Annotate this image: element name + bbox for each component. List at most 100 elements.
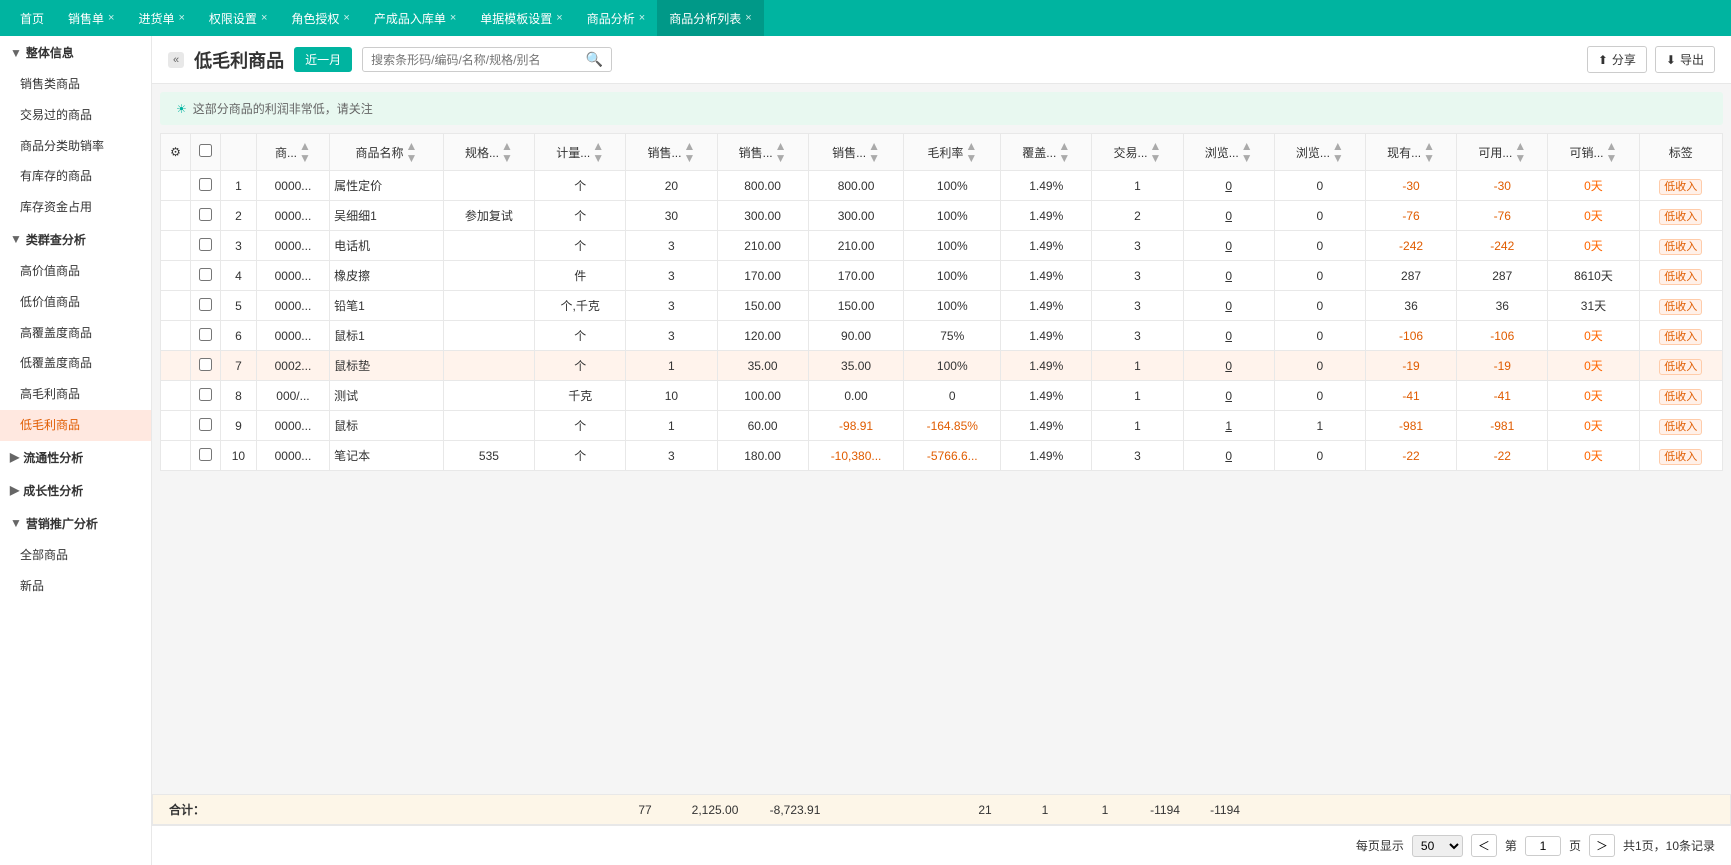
nav-item-sales[interactable]: 销售单 × (56, 0, 126, 36)
sidebar-item-traded-products[interactable]: 交易过的商品 (0, 100, 151, 131)
th-setting[interactable]: ⚙ (161, 134, 191, 171)
cell-name[interactable]: 铅笔1 (330, 291, 444, 321)
th-transaction[interactable]: 交易...▲▼ (1092, 134, 1183, 171)
nav-item-template[interactable]: 单据模板设置 × (468, 0, 574, 36)
sidebar-item-sales-products[interactable]: 销售类商品 (0, 69, 151, 100)
sidebar-item-high-coverage[interactable]: 高覆盖度商品 (0, 318, 151, 349)
th-unit[interactable]: 计量...▲▼ (535, 134, 626, 171)
th-name[interactable]: 商品名称▲▼ (330, 134, 444, 171)
sidebar-item-stock-funds[interactable]: 库存资金占用 (0, 192, 151, 223)
th-tag[interactable]: 标签 (1639, 134, 1722, 171)
row-checkbox-8[interactable] (199, 418, 212, 431)
cell-view1[interactable]: 1 (1183, 411, 1274, 441)
row-checkbox-9[interactable] (199, 448, 212, 461)
sidebar-group-flow[interactable]: ▶ 流通性分析 (0, 441, 151, 474)
cell-checkbox[interactable] (191, 231, 221, 261)
cell-name[interactable]: 橡皮擦 (330, 261, 444, 291)
cell-checkbox[interactable] (191, 441, 221, 471)
th-available[interactable]: 可用...▲▼ (1457, 134, 1548, 171)
row-checkbox-7[interactable] (199, 388, 212, 401)
nav-close-product-analysis[interactable]: × (639, 12, 645, 24)
th-sales-profit[interactable]: 销售...▲▼ (808, 134, 904, 171)
cell-view1[interactable]: 0 (1183, 201, 1274, 231)
cell-view1[interactable]: 0 (1183, 291, 1274, 321)
page-number-input[interactable] (1525, 836, 1561, 856)
cell-checkbox[interactable] (191, 291, 221, 321)
cell-name[interactable]: 电话机 (330, 231, 444, 261)
cell-view1[interactable]: 0 (1183, 171, 1274, 201)
sidebar-item-high-value[interactable]: 高价值商品 (0, 256, 151, 287)
share-button[interactable]: ⬆ 分享 (1587, 46, 1647, 73)
cell-checkbox[interactable] (191, 321, 221, 351)
cell-name[interactable]: 鼠标 (330, 411, 444, 441)
cell-view1[interactable]: 0 (1183, 441, 1274, 471)
nav-close-purchase[interactable]: × (178, 12, 184, 24)
cell-view1[interactable]: 0 (1183, 381, 1274, 411)
th-code[interactable]: 商...▲▼ (256, 134, 329, 171)
sidebar-group-cluster[interactable]: ▼ 类群查分析 (0, 223, 151, 256)
sidebar-item-low-value[interactable]: 低价值商品 (0, 287, 151, 318)
page-size-select[interactable]: 50 100 200 (1412, 835, 1463, 857)
sidebar-item-category-rate[interactable]: 商品分类助销率 (0, 131, 151, 162)
cell-view1[interactable]: 0 (1183, 261, 1274, 291)
cell-name[interactable]: 测试 (330, 381, 444, 411)
cell-checkbox[interactable] (191, 261, 221, 291)
search-input[interactable] (371, 53, 586, 67)
nav-item-roles[interactable]: 角色授权 × (279, 0, 361, 36)
collapse-sidebar-button[interactable]: « (168, 52, 184, 68)
th-sales-amount[interactable]: 销售...▲▼ (717, 134, 808, 171)
nav-close-sales[interactable]: × (108, 12, 114, 24)
th-current-stock[interactable]: 现有...▲▼ (1365, 134, 1456, 171)
nav-close-product-in[interactable]: × (450, 12, 456, 24)
th-gross-margin[interactable]: 毛利率▲▼ (904, 134, 1001, 171)
cell-checkbox[interactable] (191, 201, 221, 231)
th-sellable[interactable]: 可销...▲▼ (1548, 134, 1639, 171)
th-coverage[interactable]: 覆盖...▲▼ (1001, 134, 1092, 171)
sidebar-item-in-stock[interactable]: 有库存的商品 (0, 161, 151, 192)
nav-item-product-analysis[interactable]: 商品分析 × (575, 0, 657, 36)
nav-item-product-in[interactable]: 产成品入库单 × (362, 0, 468, 36)
row-checkbox-2[interactable] (199, 238, 212, 251)
sidebar-item-low-coverage[interactable]: 低覆盖度商品 (0, 348, 151, 379)
prev-page-button[interactable]: ＜ (1471, 834, 1497, 857)
nav-close-analysis-list[interactable]: × (745, 12, 751, 24)
th-view2[interactable]: 浏览...▲▼ (1274, 134, 1365, 171)
cell-checkbox[interactable] (191, 351, 221, 381)
sidebar-group-marketing[interactable]: ▼ 营销推广分析 (0, 507, 151, 540)
nav-item-purchase[interactable]: 进货单 × (126, 0, 196, 36)
nav-close-template[interactable]: × (556, 12, 562, 24)
nav-close-roles[interactable]: × (343, 12, 349, 24)
sidebar-item-all-products[interactable]: 全部商品 (0, 540, 151, 571)
cell-view1[interactable]: 0 (1183, 231, 1274, 261)
nav-close-permissions[interactable]: × (261, 12, 267, 24)
row-checkbox-3[interactable] (199, 268, 212, 281)
cell-view1[interactable]: 0 (1183, 321, 1274, 351)
cell-name[interactable]: 笔记本 (330, 441, 444, 471)
nav-item-analysis-list[interactable]: 商品分析列表 × (657, 0, 763, 36)
row-checkbox-1[interactable] (199, 208, 212, 221)
cell-name[interactable]: 属性定价 (330, 171, 444, 201)
next-page-button[interactable]: ＞ (1589, 834, 1615, 857)
select-all-checkbox[interactable] (199, 144, 212, 157)
nav-item-home[interactable]: 首页 (8, 0, 56, 36)
sidebar-item-low-margin[interactable]: 低毛利商品 (0, 410, 151, 441)
row-checkbox-6[interactable] (199, 358, 212, 371)
cell-name[interactable]: 鼠标垫 (330, 351, 444, 381)
sidebar-item-high-margin[interactable]: 高毛利商品 (0, 379, 151, 410)
sidebar-group-growth[interactable]: ▶ 成长性分析 (0, 474, 151, 507)
sidebar-item-new-products[interactable]: 新品 (0, 571, 151, 602)
tab-recent-month[interactable]: 近一月 (294, 47, 352, 72)
cell-checkbox[interactable] (191, 171, 221, 201)
search-icon[interactable]: 🔍 (586, 51, 603, 68)
cell-name[interactable]: 鼠标1 (330, 321, 444, 351)
cell-checkbox[interactable] (191, 381, 221, 411)
sidebar-group-overall[interactable]: ▼ 整体信息 (0, 36, 151, 69)
cell-checkbox[interactable] (191, 411, 221, 441)
th-spec[interactable]: 规格...▲▼ (443, 134, 534, 171)
row-checkbox-4[interactable] (199, 298, 212, 311)
th-checkbox[interactable] (191, 134, 221, 171)
row-checkbox-5[interactable] (199, 328, 212, 341)
th-sales-qty[interactable]: 销售...▲▼ (626, 134, 717, 171)
cell-name[interactable]: 吴细细1 (330, 201, 444, 231)
cell-view1[interactable]: 0 (1183, 351, 1274, 381)
